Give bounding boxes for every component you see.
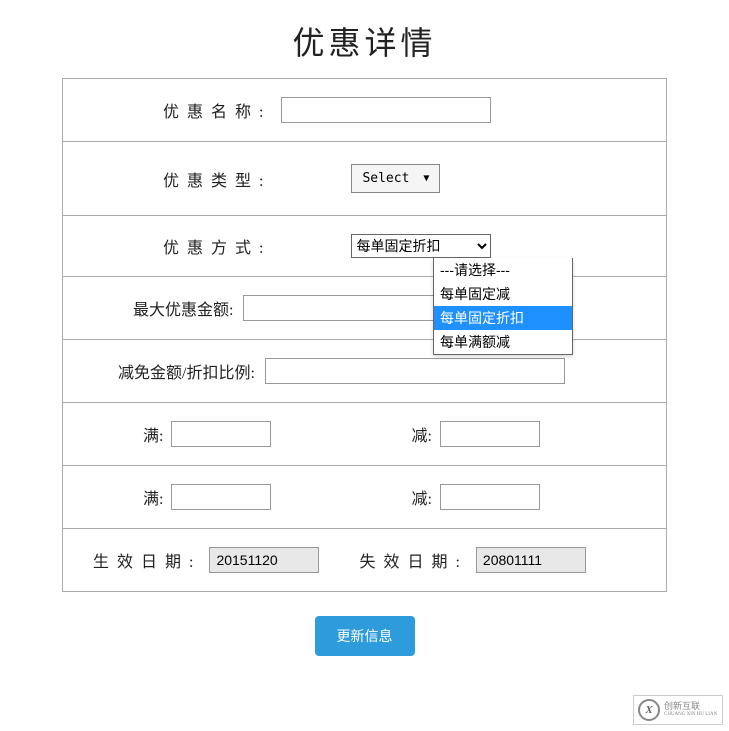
select-promo-type-text: Select (362, 171, 409, 186)
label-promo-name: 优惠名称: (163, 98, 271, 122)
row-promo-type: 优惠类型: Select ▼ (63, 142, 666, 216)
row-discount-ratio: 减免金额/折扣比例: (63, 340, 666, 403)
label-max-amount: 最大优惠金额: (133, 296, 233, 320)
update-button[interactable]: 更新信息 (315, 616, 415, 656)
select-promo-method[interactable]: 每单固定折扣 (351, 234, 491, 258)
form-container: 优惠名称: 优惠类型: Select ▼ 优惠方式: 每单固定折扣 ---请选择… (62, 78, 667, 592)
row-promo-method: 优惠方式: 每单固定折扣 ---请选择--- 每单固定减 每单固定折扣 每单满额… (63, 216, 666, 277)
chevron-down-icon: ▼ (423, 173, 429, 184)
label-promo-type: 优惠类型: (163, 167, 271, 191)
label-full-2: 满: (143, 485, 163, 509)
input-promo-name[interactable] (281, 97, 491, 123)
row-promo-name: 优惠名称: (63, 79, 666, 142)
row-full-minus-2: 满: 减: (63, 466, 666, 529)
dropdown-option-fixed-minus[interactable]: 每单固定减 (434, 282, 572, 306)
input-expire-date[interactable] (476, 547, 586, 573)
watermark: X 创新互联 CHUANG XIN HU LIAN (633, 695, 723, 725)
row-max-amount: 最大优惠金额: (63, 277, 666, 340)
label-effective-date: 生效日期: (93, 548, 201, 572)
input-minus-2[interactable] (440, 484, 540, 510)
input-effective-date[interactable] (209, 547, 319, 573)
input-full-2[interactable] (171, 484, 271, 510)
label-full-1: 满: (143, 422, 163, 446)
input-minus-1[interactable] (440, 421, 540, 447)
row-dates: 生效日期: 失效日期: (63, 529, 666, 591)
select-promo-type[interactable]: Select ▼ (351, 164, 440, 193)
input-discount-ratio[interactable] (265, 358, 565, 384)
dropdown-option-fixed-discount[interactable]: 每单固定折扣 (434, 306, 572, 330)
dropdown-option-placeholder[interactable]: ---请选择--- (434, 258, 572, 282)
dropdown-option-full-minus[interactable]: 每单满额减 (434, 330, 572, 354)
label-minus-1: 减: (411, 422, 431, 446)
label-expire-date: 失效日期: (359, 548, 467, 572)
label-promo-method: 优惠方式: (163, 234, 271, 258)
input-full-1[interactable] (171, 421, 271, 447)
page-title: 优惠详情 (0, 0, 729, 78)
row-full-minus-1: 满: 减: (63, 403, 666, 466)
dropdown-promo-method: ---请选择--- 每单固定减 每单固定折扣 每单满额减 (433, 258, 573, 355)
watermark-logo-icon: X (638, 699, 660, 721)
label-discount-ratio: 减免金额/折扣比例: (118, 359, 255, 383)
watermark-sub: CHUANG XIN HU LIAN (664, 712, 717, 718)
submit-area: 更新信息 (0, 592, 729, 680)
watermark-brand: 创新互联 (664, 702, 717, 712)
label-minus-2: 减: (411, 485, 431, 509)
